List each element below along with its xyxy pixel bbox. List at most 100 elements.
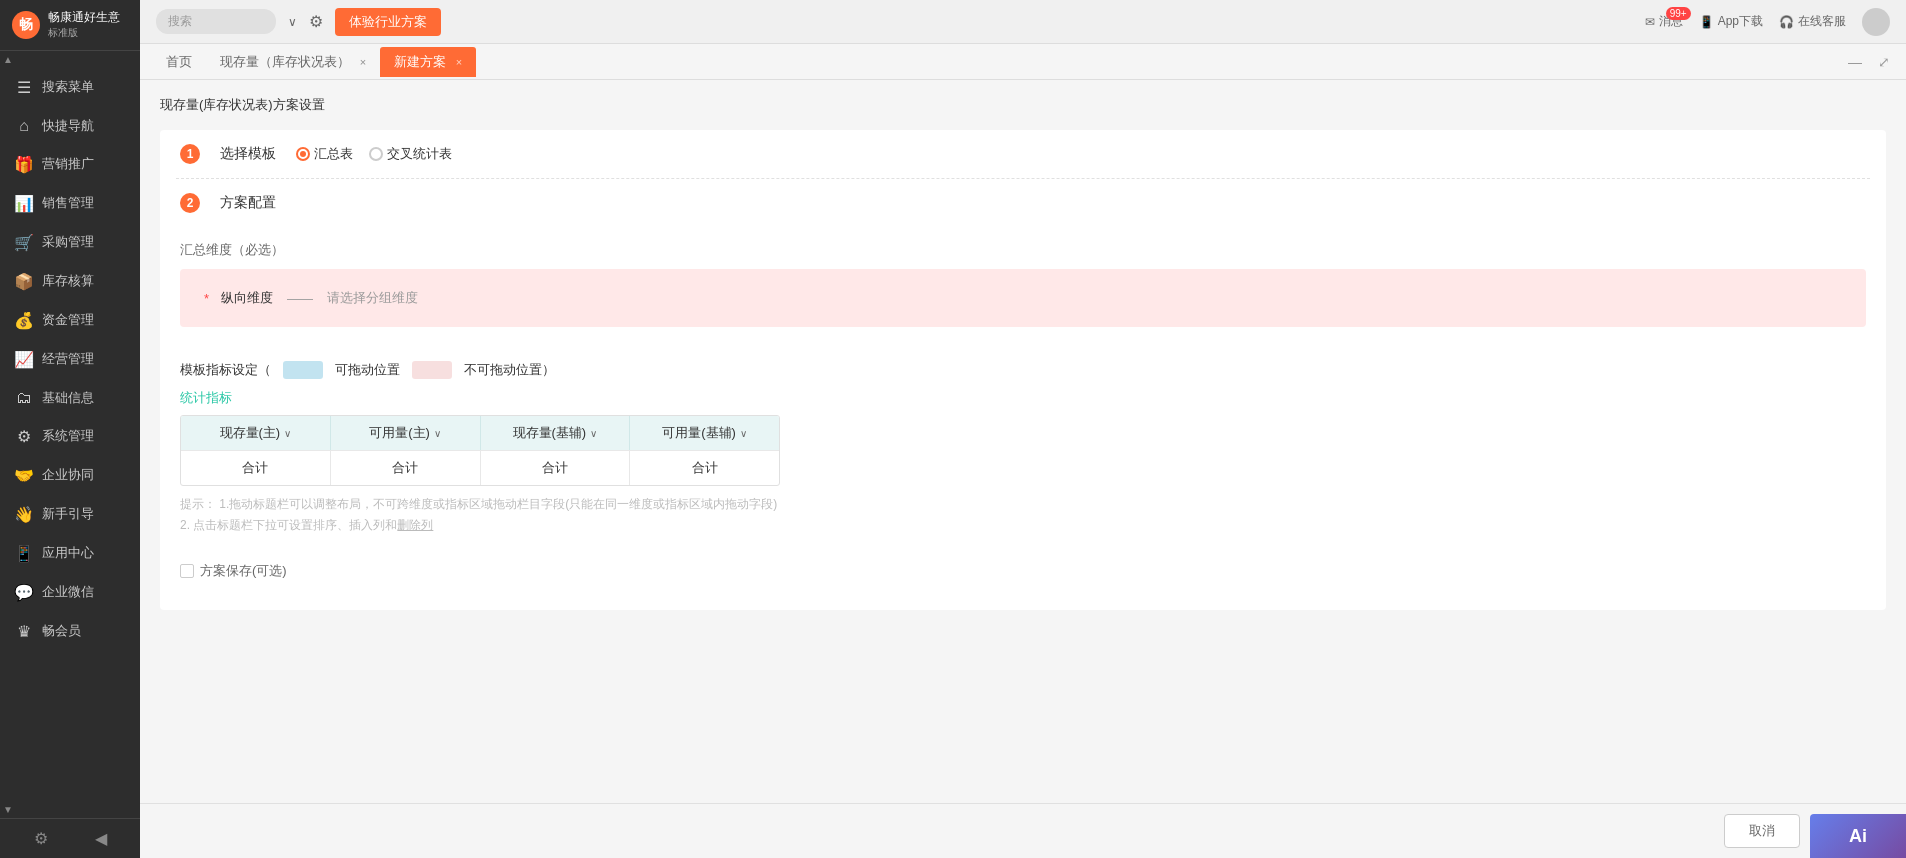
sidebar-item-collab[interactable]: 🤝 企业协同: [0, 456, 140, 495]
tab-new-plan-label: 新建方案: [394, 54, 446, 69]
tab-new-plan-close[interactable]: ×: [456, 56, 462, 68]
stats-col-4[interactable]: 可用量(基辅) ∨: [630, 416, 779, 450]
gift-icon: 🎁: [14, 155, 34, 174]
tabbar: 首页 现存量（库存状况表） × 新建方案 × — ⤢: [140, 44, 1906, 80]
sidebar-item-basic-info[interactable]: 🗂 基础信息: [0, 379, 140, 417]
sidebar-item-sales[interactable]: 📊 销售管理: [0, 184, 140, 223]
tab-minimize-icon[interactable]: —: [1844, 52, 1866, 72]
tab-inventory[interactable]: 现存量（库存状况表） ×: [206, 47, 380, 77]
stats-col-2-label: 可用量(主): [369, 424, 430, 442]
tab-expand-icon[interactable]: ⤢: [1874, 52, 1894, 72]
tab-inventory-close[interactable]: ×: [360, 56, 366, 68]
radio-summary-dot: [296, 147, 310, 161]
sidebar-item-label: 企业协同: [42, 466, 94, 484]
search-box[interactable]: 搜索: [156, 9, 276, 34]
wave-icon: 👋: [14, 505, 34, 524]
online-service-label: 在线客服: [1798, 13, 1846, 30]
wechat-icon: 💬: [14, 583, 34, 602]
cancel-button[interactable]: 取消: [1724, 814, 1800, 848]
tip-1: 提示： 1.拖动标题栏可以调整布局，不可跨维度或指标区域拖动栏目字段(只能在同一…: [180, 496, 1866, 513]
stats-col-4-label: 可用量(基辅): [662, 424, 736, 442]
stats-col-2[interactable]: 可用量(主) ∨: [331, 416, 481, 450]
step2-badge: 2: [180, 193, 200, 213]
trial-button[interactable]: 体验行业方案: [335, 8, 441, 36]
draggable-label: 可拖动位置: [335, 361, 400, 379]
stats-col-3[interactable]: 现存量(基辅) ∨: [481, 416, 631, 450]
sidebar-item-marketing[interactable]: 🎁 营销推广: [0, 145, 140, 184]
sidebar-nav: ☰ 搜索菜单 ⌂ 快捷导航 🎁 营销推广 📊 销售管理 🛒 采购管理 📦 库存核…: [0, 68, 140, 801]
not-draggable-indicator-box: [412, 361, 452, 379]
cart-icon: 🛒: [14, 233, 34, 252]
tab-home-label: 首页: [166, 54, 192, 69]
sidebar-item-label: 企业微信: [42, 583, 94, 601]
tab-new-plan[interactable]: 新建方案 ×: [380, 47, 476, 77]
collapse-icon[interactable]: ◀: [95, 829, 107, 848]
sidebar: 畅 畅康通好生意 标准版 ▲ ☰ 搜索菜单 ⌂ 快捷导航 🎁 营销推广 📊 销售…: [0, 0, 140, 858]
config-section: 汇总维度（必选） * 纵向维度 —— 请选择分组维度: [160, 227, 1886, 351]
stats-header-row: 现存量(主) ∨ 可用量(主) ∨ 现存量(基辅) ∨ 可用量(基辅): [181, 416, 779, 450]
sidebar-scroll-down[interactable]: ▼: [0, 801, 140, 818]
topbar-dropdown[interactable]: ∨: [288, 15, 297, 29]
save-checkbox-label[interactable]: 方案保存(可选): [180, 562, 287, 580]
ai-badge[interactable]: Ai: [1810, 814, 1906, 858]
sidebar-item-wecom[interactable]: 💬 企业微信: [0, 573, 140, 612]
dim-placeholder[interactable]: 请选择分组维度: [327, 289, 418, 307]
dim-line: ——: [285, 291, 315, 306]
summary-dim-label: 汇总维度（必选）: [180, 241, 1866, 259]
stats-label: 统计指标: [180, 389, 1866, 407]
gear-icon: ⚙: [14, 427, 34, 446]
stats-col-3-label: 现存量(基辅): [513, 424, 587, 442]
tab-home[interactable]: 首页: [152, 47, 206, 77]
stats-section: 统计指标 现存量(主) ∨ 可用量(主) ∨ 现存量(基辅): [160, 389, 1886, 486]
stats-col-1-label: 现存量(主): [220, 424, 281, 442]
money-icon: 💰: [14, 311, 34, 330]
indicator-row: 模板指标设定（ 可拖动位置 不可拖动位置）: [160, 351, 1886, 389]
tabbar-right: — ⤢: [1844, 52, 1894, 72]
step2-label: 方案配置: [220, 194, 276, 212]
stats-cell-1-3: 合计: [481, 451, 631, 485]
user-avatar[interactable]: [1862, 8, 1890, 36]
sidebar-item-search[interactable]: ☰ 搜索菜单: [0, 68, 140, 107]
sidebar-logo: 畅 畅康通好生意 标准版: [0, 0, 140, 51]
radio-cross[interactable]: 交叉统计表: [369, 145, 452, 163]
online-service-link[interactable]: 🎧 在线客服: [1779, 13, 1846, 30]
step1-badge: 1: [180, 144, 200, 164]
mobile-icon: 📱: [14, 544, 34, 563]
footer: 取消 查询: [140, 803, 1906, 858]
radio-cross-dot: [369, 147, 383, 161]
radio-summary[interactable]: 汇总表: [296, 145, 353, 163]
sidebar-item-label: 库存核算: [42, 272, 94, 290]
sidebar-item-system[interactable]: ⚙ 系统管理: [0, 417, 140, 456]
chevron-down-icon-2: ∨: [434, 428, 441, 439]
sidebar-item-inventory[interactable]: 📦 库存核算: [0, 262, 140, 301]
sidebar-item-finance[interactable]: 💰 资金管理: [0, 301, 140, 340]
ai-label: Ai: [1849, 826, 1867, 847]
home-icon: ⌂: [14, 117, 34, 135]
chevron-down-icon-4: ∨: [740, 428, 747, 439]
sidebar-item-app-center[interactable]: 📱 应用中心: [0, 534, 140, 573]
sidebar-item-quick-nav[interactable]: ⌂ 快捷导航: [0, 107, 140, 145]
topbar-right: ✉ 消息 99+ 📱 App下载 🎧 在线客服: [1645, 8, 1890, 36]
sidebar-item-label: 销售管理: [42, 194, 94, 212]
not-draggable-label: 不可拖动位置）: [464, 361, 555, 379]
stats-cell-1-2: 合计: [331, 451, 481, 485]
message-button[interactable]: ✉ 消息 99+: [1645, 13, 1683, 30]
sidebar-item-member[interactable]: ♛ 畅会员: [0, 612, 140, 651]
sidebar-item-label: 资金管理: [42, 311, 94, 329]
topbar-gear-icon[interactable]: ⚙: [309, 12, 323, 31]
save-checkbox-text: 方案保存(可选): [200, 562, 287, 580]
stats-cell-1-4: 合计: [630, 451, 779, 485]
content-area: 现存量(库存状况表)方案设置 1 选择模板 汇总表 交叉统计表: [140, 80, 1906, 803]
sidebar-item-guide[interactable]: 👋 新手引导: [0, 495, 140, 534]
sidebar-item-purchase[interactable]: 🛒 采购管理: [0, 223, 140, 262]
app-version: 标准版: [48, 26, 120, 40]
save-checkbox[interactable]: [180, 564, 194, 578]
app-download-link[interactable]: 📱 App下载: [1699, 13, 1763, 30]
stats-col-1[interactable]: 现存量(主) ∨: [181, 416, 331, 450]
chevron-down-icon-1: ∨: [284, 428, 291, 439]
search-menu-icon: ☰: [14, 78, 34, 97]
sidebar-scroll-up[interactable]: ▲: [0, 51, 140, 68]
settings-icon[interactable]: ⚙: [34, 829, 48, 848]
tip-2: 2. 点击标题栏下拉可设置排序、插入列和删除列: [180, 517, 1866, 534]
sidebar-item-management[interactable]: 📈 经营管理: [0, 340, 140, 379]
